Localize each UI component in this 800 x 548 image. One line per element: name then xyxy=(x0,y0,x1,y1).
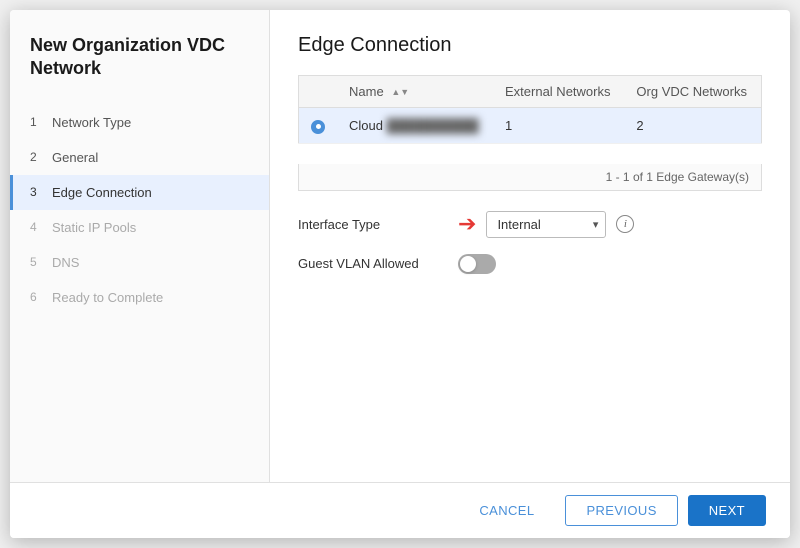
table-header-row: Name ▲▼ External Networks Org VDC Networ… xyxy=(299,76,762,108)
table-row[interactable]: Cloud ██████████ 1 2 xyxy=(299,108,762,144)
dialog-title: New Organization VDC Network xyxy=(10,34,269,105)
next-button[interactable]: NEXT xyxy=(688,495,766,526)
sidebar: New Organization VDC Network 1 Network T… xyxy=(10,10,270,482)
radio-button[interactable] xyxy=(311,120,325,134)
step-number-2: 2 xyxy=(30,150,44,164)
sidebar-item-dns[interactable]: 5 DNS xyxy=(10,245,269,280)
table-cell-name: Cloud ██████████ xyxy=(337,108,493,144)
step-number-3: 3 xyxy=(30,185,44,199)
sidebar-item-label: Network Type xyxy=(52,115,131,130)
info-icon[interactable]: i xyxy=(616,215,634,233)
sidebar-item-edge-connection[interactable]: 3 Edge Connection xyxy=(10,175,269,210)
sidebar-item-label: Ready to Complete xyxy=(52,290,163,305)
sidebar-item-ready-to-complete[interactable]: 6 Ready to Complete xyxy=(10,280,269,315)
dialog-body: New Organization VDC Network 1 Network T… xyxy=(10,10,790,482)
sidebar-item-label: Edge Connection xyxy=(52,185,152,200)
sidebar-item-label: Static IP Pools xyxy=(52,220,136,235)
table-col-name: Name ▲▼ xyxy=(337,76,493,108)
sidebar-item-static-ip-pools[interactable]: 4 Static IP Pools xyxy=(10,210,269,245)
toggle-thumb xyxy=(460,256,476,272)
arrow-icon: ➔ xyxy=(458,211,476,237)
step-number-4: 4 xyxy=(30,220,44,234)
table-col-select xyxy=(299,76,338,108)
sidebar-item-label: DNS xyxy=(52,255,79,270)
dialog: New Organization VDC Network 1 Network T… xyxy=(10,10,790,538)
guest-vlan-toggle[interactable] xyxy=(458,254,496,274)
sidebar-item-general[interactable]: 2 General xyxy=(10,140,269,175)
step-number-6: 6 xyxy=(30,290,44,304)
interface-type-label: Interface Type xyxy=(298,217,458,232)
step-number-1: 1 xyxy=(30,115,44,129)
interface-type-select[interactable]: Internal Subinterface Distributed xyxy=(486,211,606,238)
cancel-button[interactable]: CANCEL xyxy=(458,495,555,526)
sidebar-item-label: General xyxy=(52,150,98,165)
dialog-footer: CANCEL PREVIOUS NEXT xyxy=(10,482,790,538)
guest-vlan-label: Guest VLAN Allowed xyxy=(298,256,458,271)
blurred-name: ██████████ xyxy=(387,118,479,133)
table-cell-radio[interactable] xyxy=(299,108,338,144)
sidebar-item-network-type[interactable]: 1 Network Type xyxy=(10,105,269,140)
table-col-external: External Networks xyxy=(493,76,624,108)
table-cell-orgvdc: 2 xyxy=(624,108,761,144)
sidebar-steps: 1 Network Type 2 General 3 Edge Connecti… xyxy=(10,105,269,315)
interface-type-row: Interface Type ➔ Internal Subinterface D… xyxy=(298,211,762,238)
edge-table: Name ▲▼ External Networks Org VDC Networ… xyxy=(298,75,762,144)
interface-type-wrapper: Internal Subinterface Distributed ▾ xyxy=(486,211,606,238)
main-content: Edge Connection Name ▲▼ External Network… xyxy=(270,10,790,482)
table-col-orgvdc: Org VDC Networks xyxy=(624,76,761,108)
guest-vlan-row: Guest VLAN Allowed xyxy=(298,254,762,274)
section-title: Edge Connection xyxy=(298,34,762,57)
step-number-5: 5 xyxy=(30,255,44,269)
previous-button[interactable]: PREVIOUS xyxy=(565,495,677,526)
sort-icons[interactable]: ▲▼ xyxy=(391,88,409,97)
table-cell-external: 1 xyxy=(493,108,624,144)
table-footer: 1 - 1 of 1 Edge Gateway(s) xyxy=(298,164,762,191)
